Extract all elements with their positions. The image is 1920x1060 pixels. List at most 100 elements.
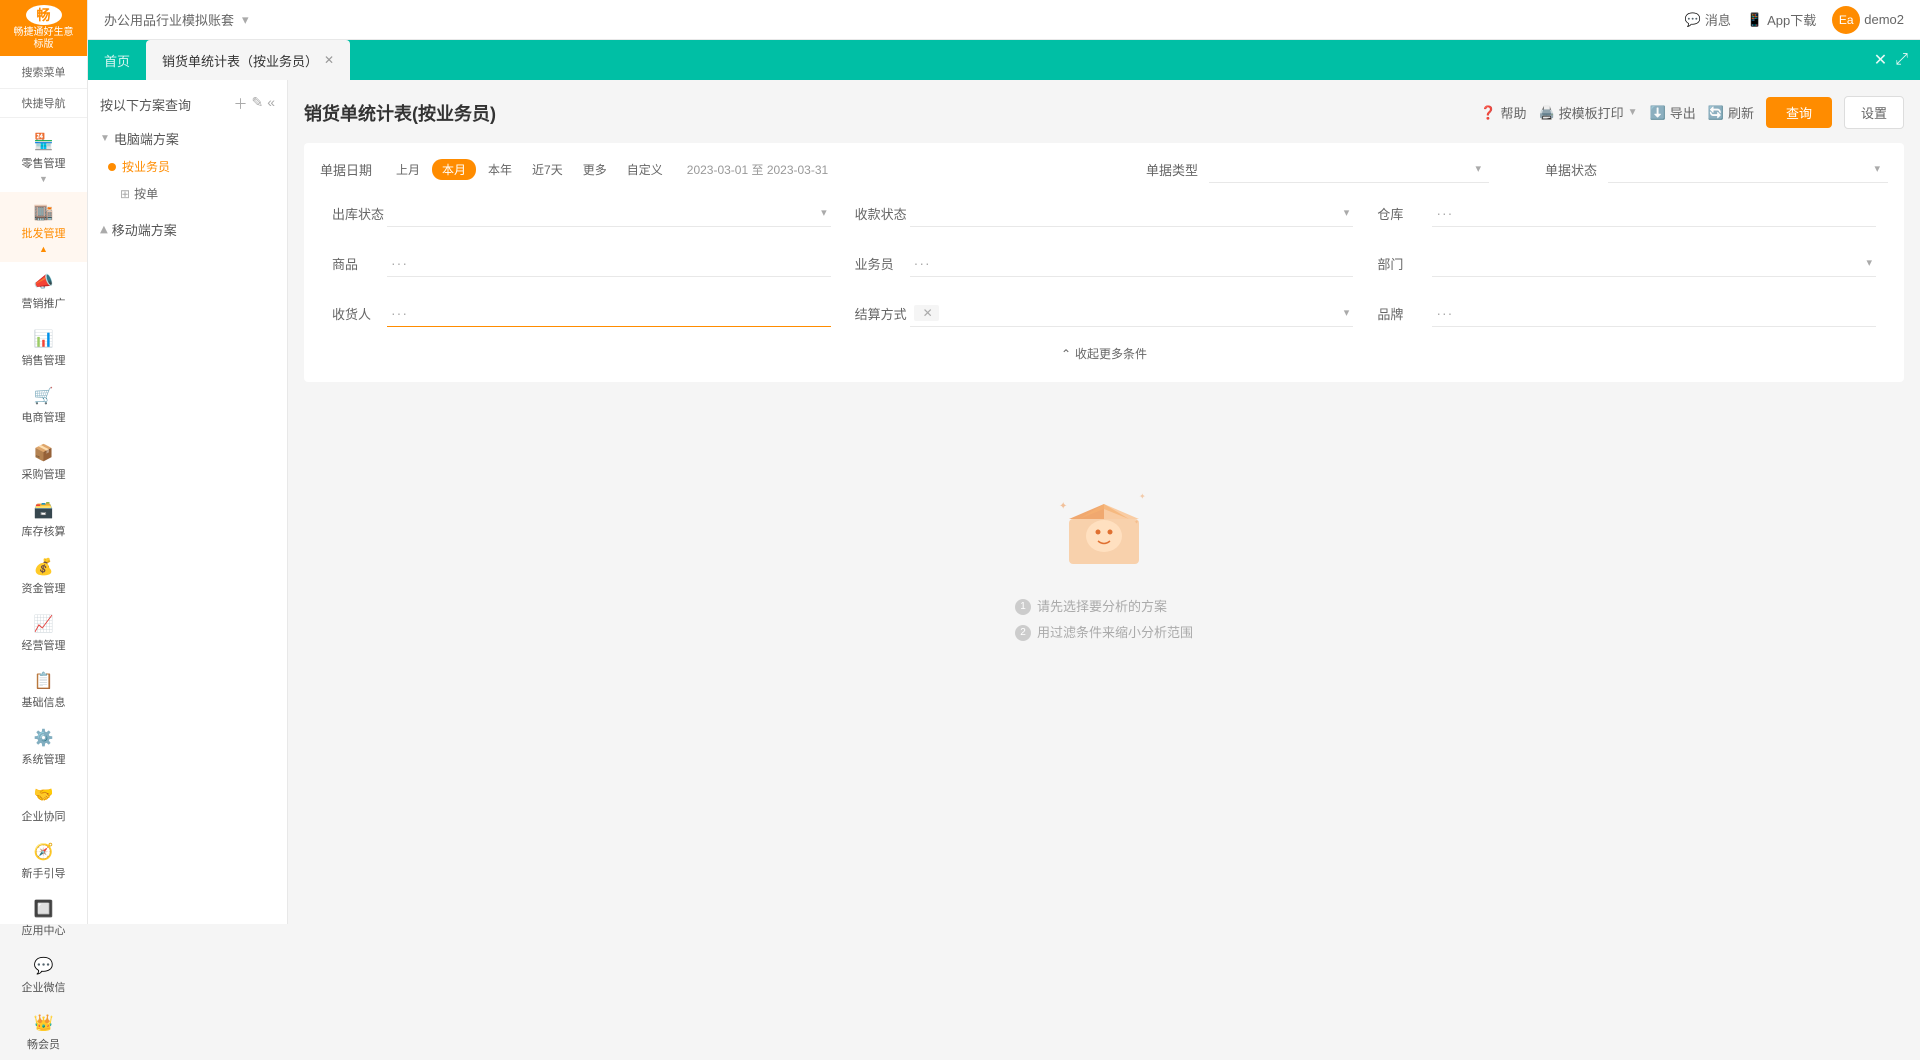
sidebar-item-wholesale[interactable]: 🏬 批发管理 ▲ bbox=[0, 192, 87, 262]
date-tab-last-month[interactable]: 上月 bbox=[388, 159, 428, 180]
collapse-panel-icon[interactable]: « bbox=[267, 94, 275, 114]
sidebar-item-wholesale-label: 批发管理 bbox=[22, 225, 66, 241]
date-tab-more[interactable]: 更多 bbox=[575, 159, 615, 180]
sidebar-item-appcenter[interactable]: 🔲 应用中心 bbox=[0, 889, 87, 946]
collapse-up-icon: ⌃ bbox=[1061, 347, 1071, 361]
tip-num-1: 1 bbox=[1015, 599, 1031, 615]
date-label: 单据日期 bbox=[320, 160, 380, 179]
mobile-section-title[interactable]: ▶ 移动端方案 bbox=[88, 215, 287, 244]
add-scheme-icon[interactable]: ＋ bbox=[233, 94, 247, 114]
tab-sales-stat[interactable]: 销货单统计表（按业务员） ✕ bbox=[146, 40, 350, 80]
tab-window-buttons: ✕ ⤢ bbox=[1874, 50, 1920, 70]
payment-status-input[interactable]: ▾ bbox=[910, 199, 1354, 227]
right-main: 销货单统计表(按业务员) ❓ 帮助 🖨️ 按模板打印 ▼ ⬇️ 导出 bbox=[288, 80, 1920, 924]
sidebar-item-purchase[interactable]: 📦 采购管理 bbox=[0, 433, 87, 490]
empty-tip-1: 1 请先选择要分析的方案 bbox=[1015, 594, 1193, 620]
sidebar-item-basics[interactable]: 📋 基础信息 bbox=[0, 661, 87, 718]
sidebar-quick-nav[interactable]: 快捷导航 bbox=[0, 89, 87, 118]
settlement-input[interactable]: ✕ ▾ bbox=[910, 299, 1354, 327]
sidebar-item-enterprise[interactable]: 🤝 企业协同 bbox=[0, 775, 87, 832]
main-area: 办公用品行业模拟账套 ▾ 💬 消息 📱 App下载 Ea demo2 首页 bbox=[88, 0, 1920, 924]
department-input[interactable]: ▾ bbox=[1432, 249, 1876, 277]
brand-value: ··· bbox=[1436, 305, 1453, 321]
content-area: 按以下方案查询 ＋ ✎ « ▼ 电脑端方案 按业务员 ⊞ 按单 bbox=[88, 80, 1920, 924]
query-button[interactable]: 查询 bbox=[1766, 97, 1832, 128]
scheme-salesperson-label: 按业务员 bbox=[122, 158, 170, 175]
filter-row-2: 出库状态 ▾ 收款状态 ▾ 仓库 bbox=[320, 193, 1888, 233]
salesperson-input[interactable]: ··· bbox=[910, 249, 1354, 277]
department-label: 部门 bbox=[1377, 254, 1432, 273]
consignee-value: ··· bbox=[391, 305, 408, 321]
consignee-label: 收货人 bbox=[332, 304, 387, 323]
empty-illustration: ✦ ✦ ✦ bbox=[1044, 474, 1164, 574]
tab-close-icon[interactable]: ✕ bbox=[324, 53, 334, 67]
sidebar-item-appcenter-label: 应用中心 bbox=[22, 922, 66, 938]
page-actions: ❓ 帮助 🖨️ 按模板打印 ▼ ⬇️ 导出 🔄 刷新 bbox=[1480, 96, 1904, 129]
scheme-order-label: 按单 bbox=[134, 185, 158, 202]
sidebar-item-wechat[interactable]: 💬 企业微信 bbox=[0, 946, 87, 1003]
warehouse-input[interactable]: ··· bbox=[1432, 199, 1876, 227]
sidebar-item-inventory[interactable]: 🗃️ 库存核算 bbox=[0, 490, 87, 547]
window-close-icon[interactable]: ✕ bbox=[1874, 50, 1887, 70]
appcenter-icon: 🔲 bbox=[34, 899, 54, 919]
user-menu[interactable]: Ea demo2 bbox=[1832, 6, 1904, 34]
desktop-section-title[interactable]: ▼ 电脑端方案 bbox=[88, 124, 287, 153]
date-tab-this-year[interactable]: 本年 bbox=[480, 159, 520, 180]
out-status-label: 出库状态 bbox=[332, 204, 387, 223]
tab-bar: 首页 销货单统计表（按业务员） ✕ ✕ ⤢ bbox=[88, 40, 1920, 80]
collapse-filters-button[interactable]: ⌃ 收起更多条件 bbox=[320, 337, 1888, 370]
tab-sales-stat-label: 销货单统计表（按业务员） bbox=[162, 51, 318, 70]
date-tab-custom[interactable]: 自定义 bbox=[619, 159, 671, 180]
app-download-button[interactable]: 📱 App下载 bbox=[1747, 10, 1816, 29]
settlement-label: 结算方式 bbox=[855, 304, 910, 323]
export-button[interactable]: ⬇️ 导出 bbox=[1650, 103, 1696, 122]
window-expand-icon[interactable]: ⤢ bbox=[1895, 51, 1908, 69]
tab-home-label: 首页 bbox=[104, 51, 130, 70]
date-tab-this-month[interactable]: 本月 bbox=[432, 159, 476, 180]
out-status-input[interactable]: ▾ bbox=[387, 199, 831, 227]
panel-mobile-section: ▶ 移动端方案 bbox=[88, 211, 287, 248]
download-icon: 📱 bbox=[1747, 12, 1763, 28]
brand-cell: 品牌 ··· bbox=[1365, 293, 1888, 333]
help-button[interactable]: ❓ 帮助 bbox=[1480, 103, 1526, 122]
sidebar-item-member[interactable]: 👑 畅会员 bbox=[0, 1003, 87, 1060]
newbie-icon: 🧭 bbox=[34, 842, 54, 862]
sidebar-item-system[interactable]: ⚙️ 系统管理 bbox=[0, 718, 87, 775]
sidebar-item-finance[interactable]: 💰 资金管理 bbox=[0, 547, 87, 604]
scheme-order[interactable]: ⊞ 按单 bbox=[88, 180, 287, 207]
sidebar-item-system-label: 系统管理 bbox=[22, 751, 66, 767]
message-button[interactable]: 💬 消息 bbox=[1685, 10, 1731, 29]
sidebar-item-sales[interactable]: 📊 销售管理 bbox=[0, 319, 87, 376]
inventory-icon: 🗃️ bbox=[34, 500, 54, 520]
sidebar-item-newbie-label: 新手引导 bbox=[22, 865, 66, 881]
warehouse-value: ··· bbox=[1436, 205, 1453, 221]
doc-status-input[interactable]: ▾ bbox=[1608, 155, 1888, 183]
edit-scheme-icon[interactable]: ✎ bbox=[251, 94, 263, 114]
sidebar-search-menu[interactable]: 搜索菜单 bbox=[0, 56, 87, 89]
sidebar-item-marketing[interactable]: 📣 营销推广 bbox=[0, 262, 87, 319]
settlement-clear-icon[interactable]: ✕ bbox=[923, 306, 933, 320]
settings-button[interactable]: 设置 bbox=[1844, 96, 1904, 129]
sidebar-item-retail[interactable]: 🏪 零售管理 ▼ bbox=[0, 122, 87, 192]
scheme-salesperson[interactable]: 按业务员 bbox=[88, 153, 287, 180]
sidebar-item-newbie[interactable]: 🧭 新手引导 bbox=[0, 832, 87, 889]
goods-input[interactable]: ··· bbox=[387, 249, 831, 277]
date-tab-7days[interactable]: 近7天 bbox=[524, 159, 571, 180]
sidebar-item-operations-label: 经营管理 bbox=[22, 637, 66, 653]
print-button[interactable]: 🖨️ 按模板打印 ▼ bbox=[1538, 103, 1637, 122]
sidebar-item-ecommerce[interactable]: 🛒 电商管理 bbox=[0, 376, 87, 433]
empty-state: ✦ ✦ ✦ 1 请先选择要分析的方案 2 用过滤条件来缩小分析范围 bbox=[304, 394, 1904, 726]
sidebar-item-operations[interactable]: 📈 经营管理 bbox=[0, 604, 87, 661]
tab-home[interactable]: 首页 bbox=[88, 40, 146, 80]
avatar: Ea bbox=[1832, 6, 1860, 34]
doc-type-input[interactable]: ▾ bbox=[1209, 155, 1489, 183]
consignee-input[interactable]: ··· bbox=[387, 299, 831, 327]
breadcrumb-arrow[interactable]: ▾ bbox=[242, 12, 249, 28]
date-tabs: 上月 本月 本年 近7天 更多 自定义 bbox=[388, 159, 671, 180]
svg-text:✦: ✦ bbox=[1059, 501, 1067, 512]
sidebar-item-purchase-label: 采购管理 bbox=[22, 466, 66, 482]
mobile-section-label: 移动端方案 bbox=[112, 220, 177, 239]
logo-icon: 畅 bbox=[26, 5, 62, 25]
brand-input[interactable]: ··· bbox=[1432, 299, 1876, 327]
refresh-button[interactable]: 🔄 刷新 bbox=[1708, 103, 1754, 122]
